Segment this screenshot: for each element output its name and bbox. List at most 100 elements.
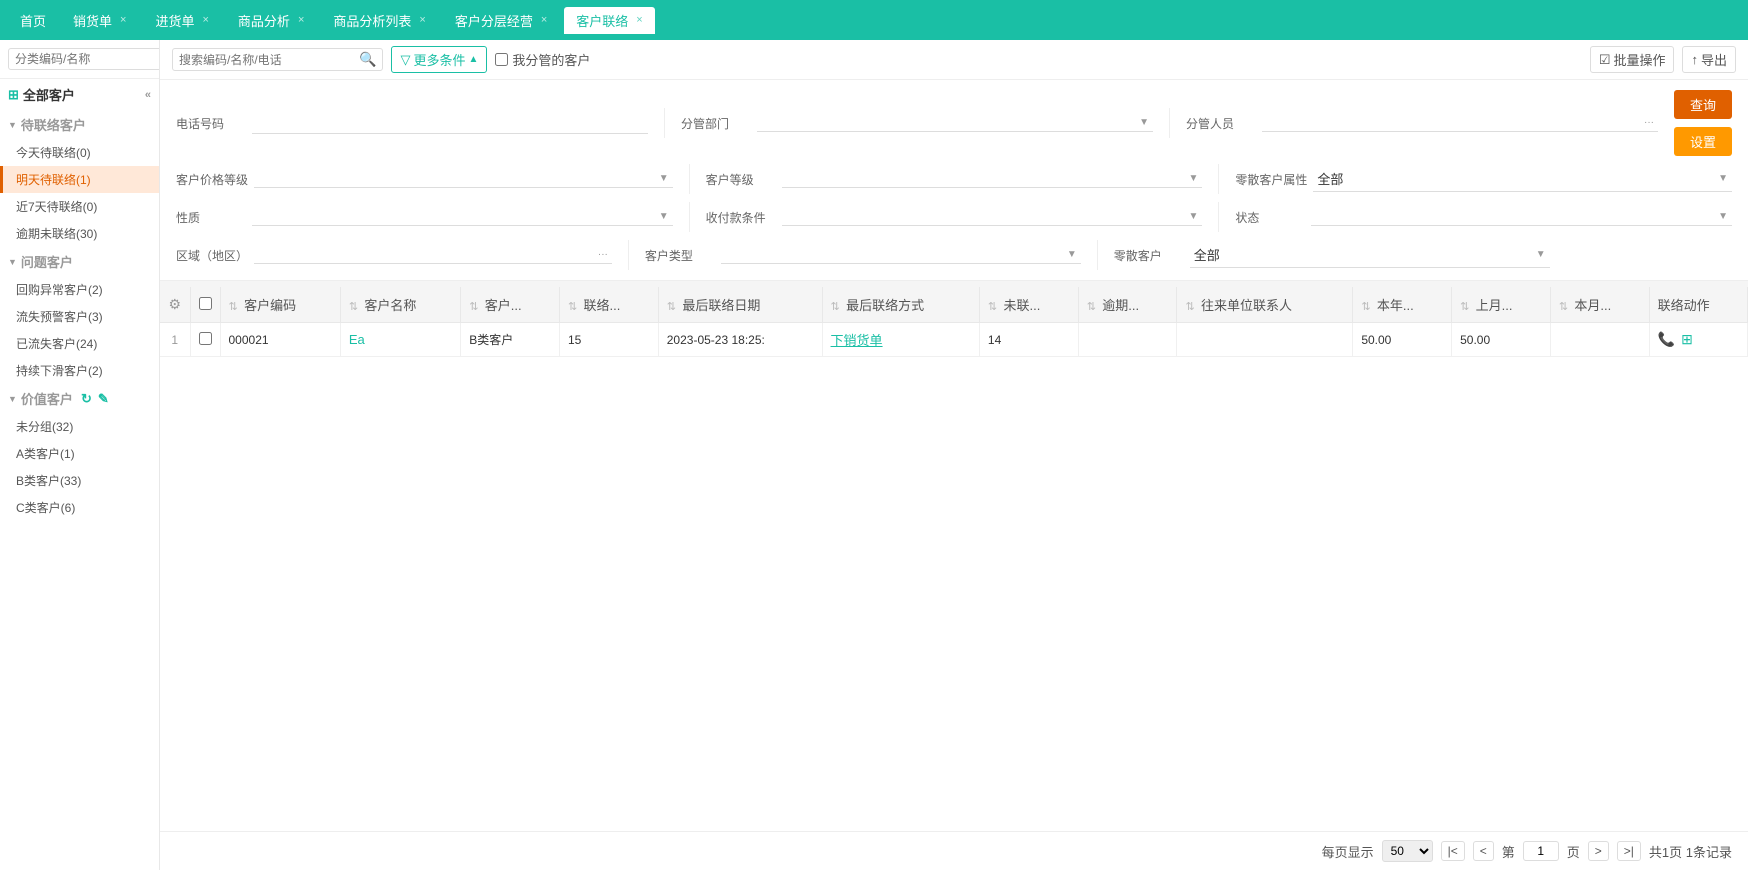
sort-overdue-icon[interactable]: ⇅ [1087,301,1096,313]
th-code: ⇅ 客户编码 [220,287,340,323]
data-table-container: ⚙ ⇅ 客户编码 ⇅ 客户名称 [160,287,1748,831]
row-checkbox[interactable] [199,332,212,345]
sidebar-item-week7[interactable]: 近7天待联络(0) [0,193,159,220]
person-arrow-icon: ··· [1644,117,1654,128]
sidebar-item-lost[interactable]: 已流失客户(24) [0,330,159,357]
retail-customer-arrow-icon: ▼ [1536,249,1546,260]
per-page-select[interactable]: 50 100 200 [1382,840,1433,862]
retail-customer-select[interactable]: 全部 ▼ [1190,242,1550,268]
my-customers-checkbox[interactable]: 我分管的客户 [495,50,590,69]
collapse-icon: « [145,89,151,101]
dept-select[interactable]: ▼ [757,114,1153,132]
filter-region: 区域（地区） ··· [176,246,612,264]
nav-item-analysis-list[interactable]: 商品分析列表 × [321,7,437,34]
close-purchase-icon[interactable]: × [202,14,208,26]
export-btn[interactable]: ↑ 导出 [1682,46,1736,73]
filter-nature: 性质 ▼ [176,208,673,226]
current-page-input[interactable] [1523,841,1559,861]
nav-item-purchase[interactable]: 进货单 × [143,7,220,34]
nav-item-sales[interactable]: 销货单 × [61,7,138,34]
phone-input[interactable] [252,113,648,134]
edit-value-icon[interactable]: ✎ [98,391,109,407]
nature-select[interactable]: ▼ [252,208,673,226]
th-this-month: ⇅ 本月... [1550,287,1649,323]
td-index: 1 [160,323,190,357]
retail-customer-label: 零散客户 [1114,247,1184,264]
customer-name-link[interactable]: Ea [349,332,365,347]
sort-method-icon[interactable]: ⇅ [831,301,840,313]
region-arrow-icon: ··· [598,249,608,260]
sort-code-icon[interactable]: ⇅ [229,301,238,313]
contact-method-link[interactable]: 下销货单 [831,333,883,348]
sort-contacts-icon[interactable]: ⇅ [568,301,577,313]
select-all-checkbox[interactable] [199,297,212,310]
sidebar-item-lost-risk[interactable]: 流失预警客户(3) [0,303,159,330]
sort-last-month-icon[interactable]: ⇅ [1460,301,1469,313]
sidebar-item-today[interactable]: 今天待联络(0) [0,139,159,166]
table-settings-icon[interactable]: ⚙ [168,296,181,312]
export-icon: ↑ [1691,52,1698,67]
sidebar-item-ungrouped[interactable]: 未分组(32) [0,413,159,440]
sidebar-all-customers[interactable]: ⊞ 全部客户 « [0,79,159,110]
status-select[interactable]: ▼ [1311,208,1732,226]
sort-date-icon[interactable]: ⇅ [667,301,676,313]
close-analysis-icon[interactable]: × [298,14,304,26]
more-conditions-btn[interactable]: ▽ 更多条件 ▲ [391,46,487,73]
close-analysis-list-icon[interactable]: × [419,14,425,26]
customer-type-select[interactable]: ▼ [721,246,1081,264]
close-sales-icon[interactable]: × [120,14,126,26]
my-customers-check[interactable] [495,53,508,66]
close-customer-seg-icon[interactable]: × [541,14,547,26]
settings-btn[interactable]: 设置 [1674,127,1732,156]
sidebar-item-continuous-down[interactable]: 持续下滑客户(2) [0,357,159,384]
prev-page-btn[interactable]: < [1473,841,1494,861]
region-select[interactable]: ··· [254,246,612,264]
sidebar-item-tomorrow[interactable]: 明天待联络(1) [0,166,159,193]
sort-person-icon[interactable]: ⇅ [1185,301,1194,313]
next-page-btn[interactable]: > [1588,841,1609,861]
sidebar-item-repurchase[interactable]: 回购异常客户(2) [0,276,159,303]
sort-uncontacted-icon[interactable]: ⇅ [988,301,997,313]
sidebar-item-class-c[interactable]: C类客户(6) [0,494,159,521]
triangle-icon-2: ▼ [8,257,17,267]
th-contacts-person: ⇅ 往来单位联系人 [1177,287,1353,323]
td-uncontacted: 14 [979,323,1078,357]
query-btn[interactable]: 查询 [1674,90,1732,119]
first-page-btn[interactable]: |< [1441,841,1465,861]
divider-3 [689,164,690,194]
last-page-btn[interactable]: >| [1617,841,1641,861]
price-level-select[interactable]: ▼ [254,170,673,188]
phone-action-icon[interactable]: 📞 [1658,331,1675,348]
search-icon[interactable]: 🔍 [359,51,376,68]
sidebar-item-class-a[interactable]: A类客户(1) [0,440,159,467]
sort-name-icon[interactable]: ⇅ [349,301,358,313]
customer-type-label: 客户类型 [645,247,715,264]
sort-type-icon[interactable]: ⇅ [469,301,478,313]
filter-customer-type: 客户类型 ▼ [645,246,1081,264]
refresh-value-icon[interactable]: ↻ [81,391,92,407]
close-customer-contact-icon[interactable]: × [636,14,642,26]
sidebar-item-overdue[interactable]: 逾期未联络(30) [0,220,159,247]
person-select[interactable]: ··· [1262,114,1658,132]
customer-level-select[interactable]: ▼ [782,170,1203,188]
td-overdue [1078,323,1177,357]
sort-this-month-icon[interactable]: ⇅ [1559,301,1568,313]
toolbar: 🔍 ▽ 更多条件 ▲ 我分管的客户 ☑ 批量操作 ↑ 导出 [160,40,1748,80]
sort-year-icon[interactable]: ⇅ [1361,301,1370,313]
grid-action-icon[interactable]: ⊞ [1681,331,1693,348]
nav-item-customer-seg[interactable]: 客户分层经营 × [443,7,559,34]
batch-op-btn[interactable]: ☑ 批量操作 [1590,46,1675,73]
nav-item-analysis[interactable]: 商品分析 × [226,7,316,34]
nav-home[interactable]: 首页 [10,7,56,34]
sidebar-item-class-b[interactable]: B类客户(33) [0,467,159,494]
th-uncontacted: ⇅ 未联... [979,287,1078,323]
search-input[interactable] [179,53,359,67]
sidebar-search-input[interactable] [8,48,160,70]
th-overdue: ⇅ 逾期... [1078,287,1177,323]
retail-attr-select[interactable]: 全部 ▼ [1313,166,1732,192]
divider-4 [1218,164,1219,194]
toolbar-right: ☑ 批量操作 ↑ 导出 [1590,46,1736,73]
nav-item-customer-contact[interactable]: 客户联络 × [564,7,654,34]
price-level-label: 客户价格等级 [176,171,248,188]
payment-select[interactable]: ▼ [782,208,1203,226]
